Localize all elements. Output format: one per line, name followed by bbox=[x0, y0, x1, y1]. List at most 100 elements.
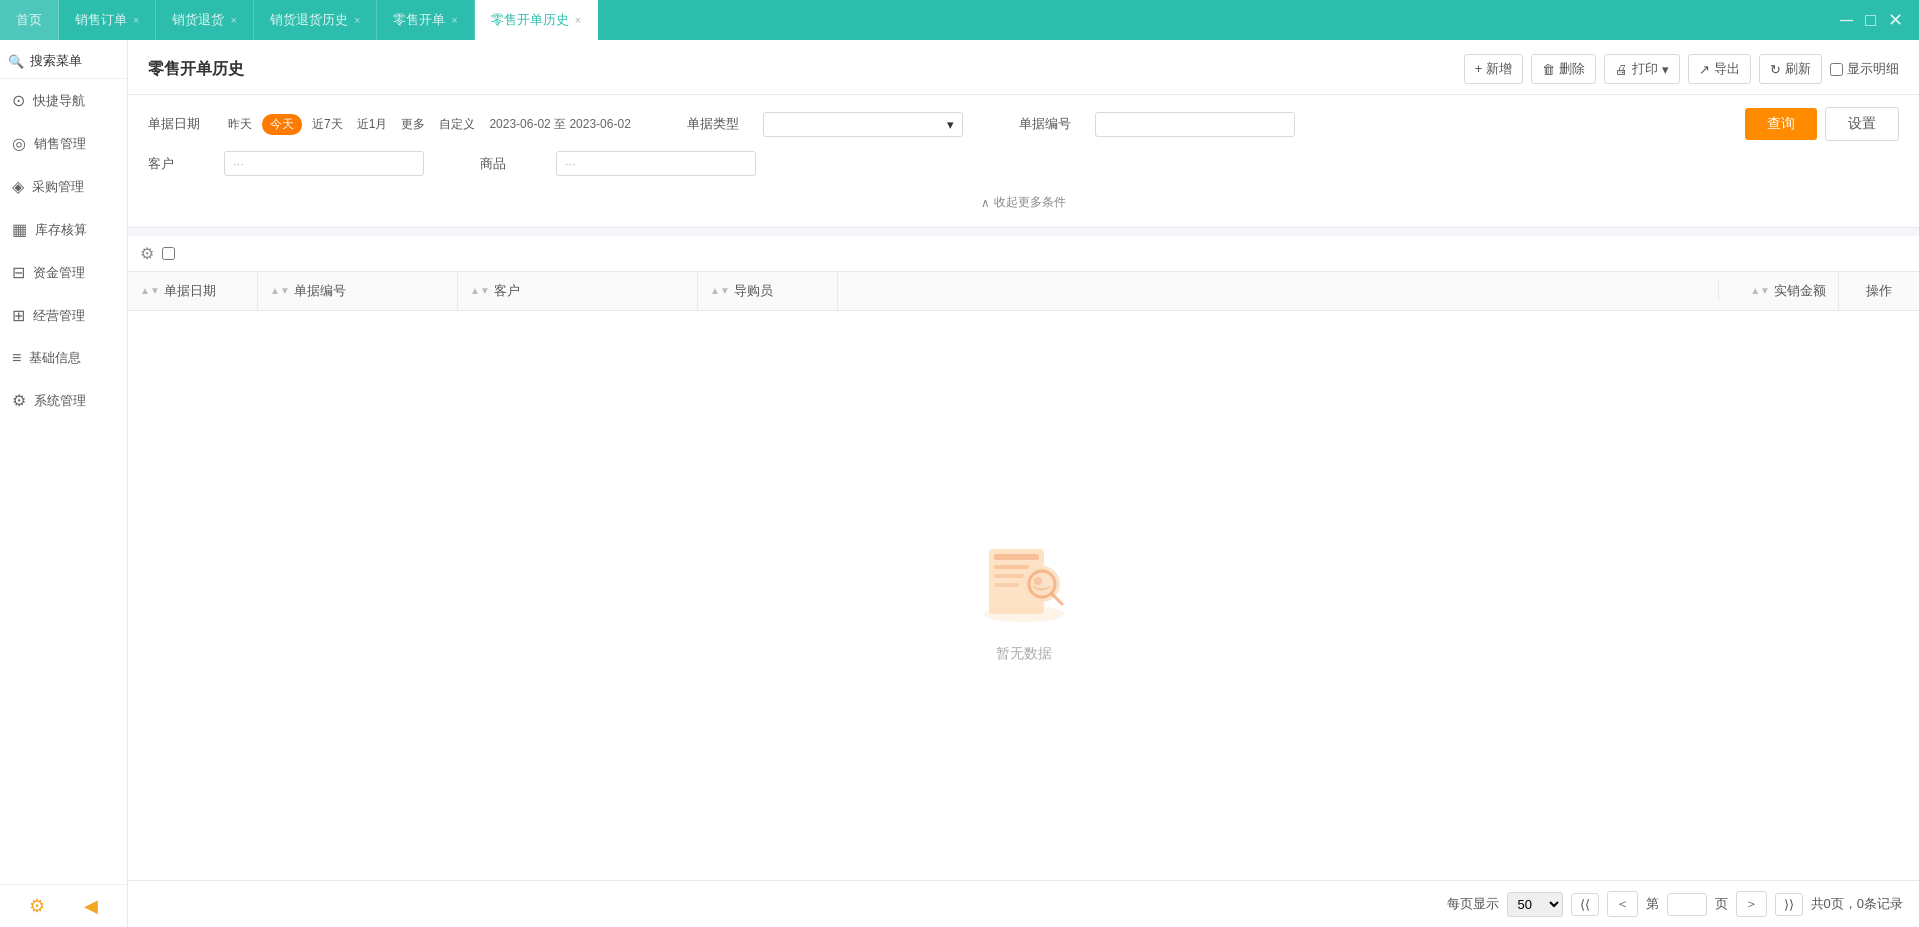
date-btn-custom[interactable]: 自定义 bbox=[435, 114, 479, 135]
filter-row-1: 单据日期 昨天 今天 近7天 近1月 更多 自定义 2023-06-02 至 2… bbox=[148, 107, 1899, 141]
type-filter-select[interactable]: ▾ bbox=[763, 112, 963, 137]
filter-date-buttons: 昨天 今天 近7天 近1月 更多 自定义 2023-06-02 至 2023-0… bbox=[224, 114, 631, 135]
add-button[interactable]: + 新增 bbox=[1464, 54, 1523, 84]
svg-rect-4 bbox=[994, 574, 1024, 578]
th-date-label: 单据日期 bbox=[164, 282, 216, 300]
window-minimize-icon[interactable]: ─ bbox=[1840, 10, 1853, 31]
delete-button[interactable]: 🗑 删除 bbox=[1531, 54, 1596, 84]
export-button[interactable]: ↗ 导出 bbox=[1688, 54, 1751, 84]
tab-retail-open-history-close[interactable]: × bbox=[575, 14, 581, 26]
number-filter-input[interactable] bbox=[1095, 112, 1295, 137]
tab-sales-return-history[interactable]: 销货退货历史 × bbox=[254, 0, 377, 40]
tab-retail-open-history-label: 零售开单历史 bbox=[491, 11, 569, 29]
sidebar-item-basic-info[interactable]: ≡ 基础信息 bbox=[0, 337, 127, 379]
sidebar-item-purchase-mgmt-label: 采购管理 bbox=[32, 178, 84, 196]
sidebar-item-operation-mgmt[interactable]: ⊞ 经营管理 bbox=[0, 294, 127, 337]
tab-sales-return-history-close[interactable]: × bbox=[354, 14, 360, 26]
sidebar-item-basic-info-label: 基础信息 bbox=[29, 349, 81, 367]
sidebar-search[interactable]: 🔍 搜索菜单 bbox=[0, 40, 127, 79]
sort-customer-icon[interactable]: ▲▼ bbox=[470, 286, 490, 296]
sort-guide-icon[interactable]: ▲▼ bbox=[710, 286, 730, 296]
prev-page-button[interactable]: ＜ bbox=[1607, 891, 1638, 917]
sales-icon: ◎ bbox=[12, 134, 26, 153]
collapse-filter-button[interactable]: ∧ 收起更多条件 bbox=[969, 190, 1078, 215]
tab-sales-return-close[interactable]: × bbox=[230, 14, 236, 26]
tab-retail-open-close[interactable]: × bbox=[451, 14, 457, 26]
main-layout: 🔍 搜索菜单 ⊙ 快捷导航 ◎ 销售管理 ◈ 采购管理 ▦ 库存核算 ⊟ 资金管 bbox=[0, 40, 1919, 927]
display-detail-label: 显示明细 bbox=[1847, 60, 1899, 78]
tab-bar-right-icons: ─ □ ✕ bbox=[1840, 9, 1903, 31]
window-maximize-icon[interactable]: □ bbox=[1865, 10, 1876, 31]
query-button[interactable]: 查询 bbox=[1745, 108, 1817, 140]
operation-icon: ⊞ bbox=[12, 306, 25, 325]
empty-illustration bbox=[964, 529, 1084, 629]
tab-sales-order-label: 销售订单 bbox=[75, 11, 127, 29]
th-amount: ▲▼ 实销金额 bbox=[1719, 272, 1839, 310]
sidebar-item-purchase-mgmt[interactable]: ◈ 采购管理 bbox=[0, 165, 127, 208]
finance-icon: ⊟ bbox=[12, 263, 25, 282]
date-btn-1month[interactable]: 近1月 bbox=[353, 114, 392, 135]
date-btn-yesterday[interactable]: 昨天 bbox=[224, 114, 256, 135]
th-guide: ▲▼ 导购员 bbox=[698, 272, 838, 310]
table-header: ▲▼ 单据日期 ▲▼ 单据编号 ▲▼ 客户 ▲▼ 导购员 ▲▼ bbox=[128, 272, 1919, 311]
tab-retail-open-history[interactable]: 零售开单历史 × bbox=[475, 0, 598, 40]
sidebar-item-finance-mgmt[interactable]: ⊟ 资金管理 bbox=[0, 251, 127, 294]
sidebar-item-inventory-calc[interactable]: ▦ 库存核算 bbox=[0, 208, 127, 251]
page-label-before: 第 bbox=[1646, 895, 1659, 913]
tab-retail-open-label: 零售开单 bbox=[393, 11, 445, 29]
window-close-icon[interactable]: ✕ bbox=[1888, 9, 1903, 31]
page-number-input[interactable]: 1 bbox=[1667, 893, 1707, 916]
next-page-button[interactable]: ＞ bbox=[1736, 891, 1767, 917]
collapse-filter-label: 收起更多条件 bbox=[994, 194, 1066, 211]
filter-settings-button[interactable]: 设置 bbox=[1825, 107, 1899, 141]
date-btn-more[interactable]: 更多 bbox=[397, 114, 429, 135]
date-btn-7days[interactable]: 近7天 bbox=[308, 114, 347, 135]
print-dropdown-icon: ▾ bbox=[1662, 62, 1669, 77]
first-page-button[interactable]: ⟨⟨ bbox=[1571, 893, 1599, 916]
tab-sales-order-close[interactable]: × bbox=[133, 14, 139, 26]
th-ops: 操作 bbox=[1839, 272, 1919, 310]
sort-amount-icon[interactable]: ▲▼ bbox=[1750, 286, 1770, 296]
tab-sales-return[interactable]: 销货退货 × bbox=[156, 0, 253, 40]
type-filter-label: 单据类型 bbox=[687, 115, 747, 133]
export-icon: ↗ bbox=[1699, 62, 1710, 77]
empty-state: 暂无数据 bbox=[128, 311, 1919, 880]
customer-filter-input[interactable]: ··· bbox=[224, 151, 424, 176]
page-label-after: 页 bbox=[1715, 895, 1728, 913]
table-settings-icon[interactable]: ⚙ bbox=[140, 244, 154, 263]
select-all-checkbox[interactable] bbox=[162, 247, 175, 260]
collapse-sidebar-icon[interactable]: ◀ bbox=[84, 895, 98, 917]
sort-number-icon[interactable]: ▲▼ bbox=[270, 286, 290, 296]
display-detail-toggle[interactable]: 显示明细 bbox=[1830, 60, 1899, 78]
last-page-button[interactable]: ⟩⟩ bbox=[1775, 893, 1803, 916]
th-customer-label: 客户 bbox=[494, 282, 520, 300]
print-button[interactable]: 🖨 打印 ▾ bbox=[1604, 54, 1680, 84]
refresh-icon: ↻ bbox=[1770, 62, 1781, 77]
sidebar-item-system-mgmt-label: 系统管理 bbox=[34, 392, 86, 410]
th-ops-label: 操作 bbox=[1866, 282, 1892, 300]
tab-retail-open[interactable]: 零售开单 × bbox=[377, 0, 474, 40]
sidebar-item-operation-mgmt-label: 经营管理 bbox=[33, 307, 85, 325]
goods-filter-input[interactable]: ··· bbox=[556, 151, 756, 176]
sidebar-item-quick-nav[interactable]: ⊙ 快捷导航 bbox=[0, 79, 127, 122]
th-amount-label: 实销金额 bbox=[1774, 282, 1826, 300]
table-toolbar: ⚙ bbox=[128, 236, 1919, 272]
sort-date-icon[interactable]: ▲▼ bbox=[140, 286, 160, 296]
svg-rect-5 bbox=[994, 583, 1019, 587]
page-size-label: 每页显示 bbox=[1447, 895, 1499, 913]
tab-sales-order[interactable]: 销售订单 × bbox=[59, 0, 156, 40]
date-filter-label: 单据日期 bbox=[148, 115, 208, 133]
refresh-button[interactable]: ↻ 刷新 bbox=[1759, 54, 1822, 84]
date-btn-today[interactable]: 今天 bbox=[262, 114, 302, 135]
th-number-label: 单据编号 bbox=[294, 282, 346, 300]
sidebar-item-quick-nav-label: 快捷导航 bbox=[33, 92, 85, 110]
purchase-icon: ◈ bbox=[12, 177, 24, 196]
sidebar-item-system-mgmt[interactable]: ⚙ 系统管理 bbox=[0, 379, 127, 422]
sidebar-item-sales-mgmt[interactable]: ◎ 销售管理 bbox=[0, 122, 127, 165]
page-size-select[interactable]: 50 20 100 200 bbox=[1507, 892, 1563, 917]
settings-bottom-icon[interactable]: ⚙ bbox=[29, 895, 45, 917]
tab-home[interactable]: 首页 bbox=[0, 0, 59, 40]
display-detail-checkbox[interactable] bbox=[1830, 63, 1843, 76]
page-header: 零售开单历史 + 新增 🗑 删除 🖨 打印 ▾ ↗ 导出 ↻ bbox=[128, 40, 1919, 95]
tab-home-label: 首页 bbox=[16, 11, 42, 29]
